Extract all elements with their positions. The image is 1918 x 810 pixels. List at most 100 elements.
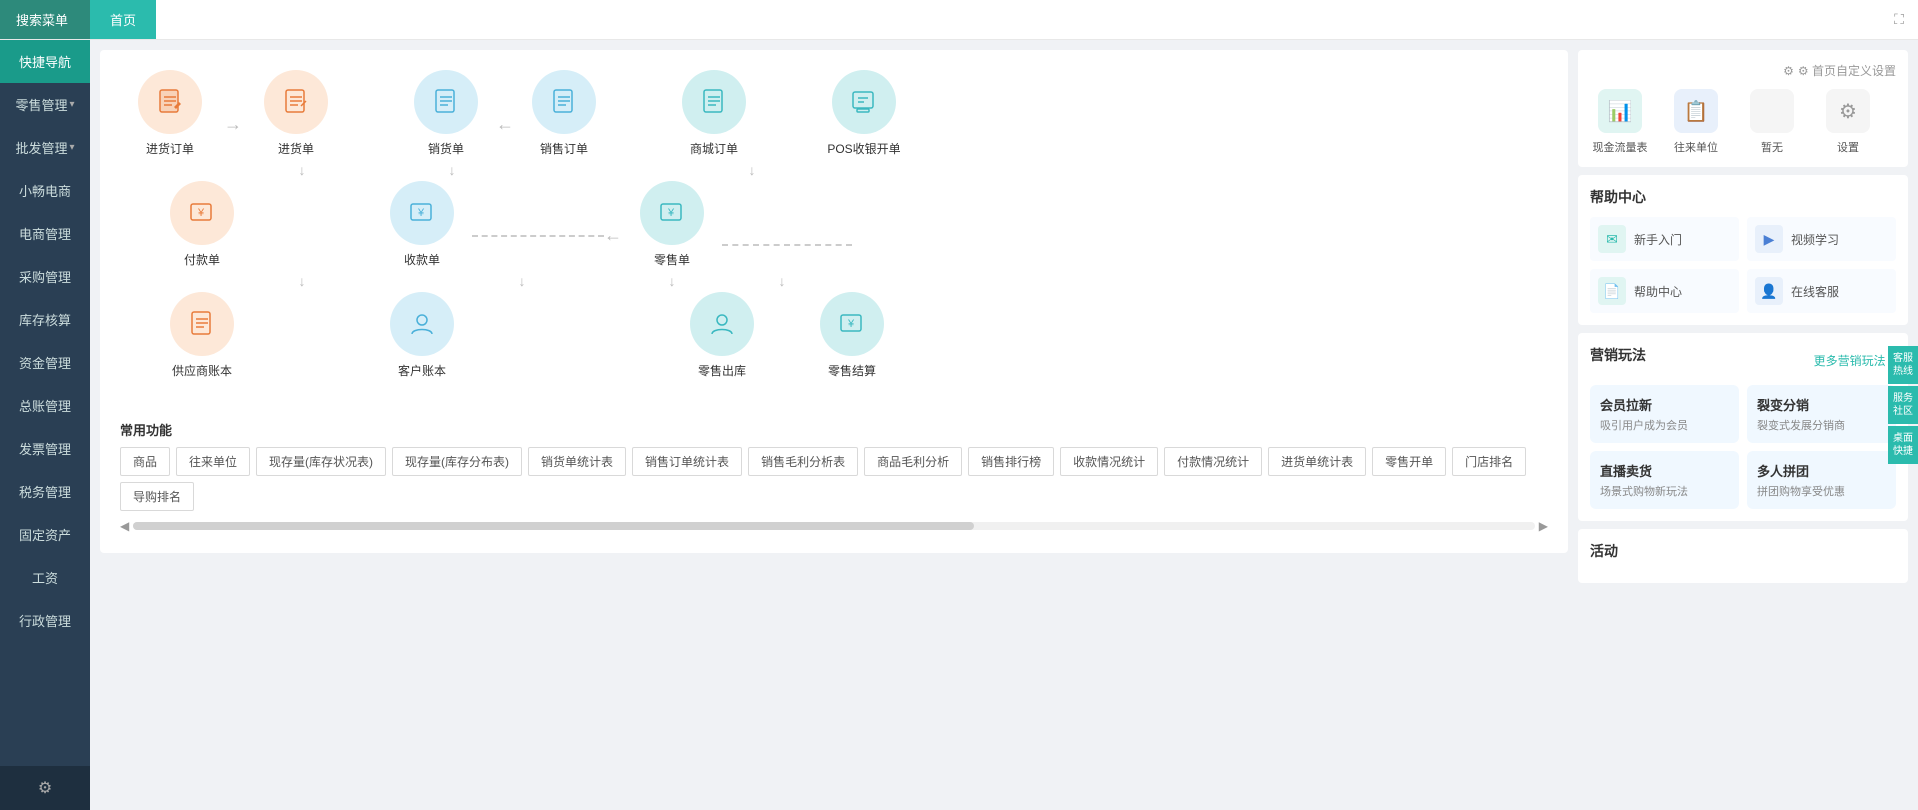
help-item-label: 在线客服 [1791,283,1839,300]
help-center-section: 帮助中心 ✉新手入门▶视频学习📄帮助中心👤在线客服 [1578,175,1908,325]
scroll-row: ◀ ▶ [120,519,1548,533]
quick-nav-item[interactable]: 暂无 [1742,89,1802,155]
flow-node-sale-order[interactable]: 销售订单 [514,70,614,157]
sidebar-item-payroll[interactable]: 工资 [0,556,90,599]
flow-node-sale[interactable]: 销货单 [396,70,496,157]
flow-node-customer-ledger[interactable]: 客户账本 [372,292,472,379]
common-func-button[interactable]: 导购排名 [120,482,194,511]
scroll-right-icon[interactable]: ▶ [1539,519,1548,533]
svg-text:¥: ¥ [197,207,205,219]
sidebar: 快捷导航 零售管理 ▾ 批发管理 ▾ 小畅电商 电商管理 采购管理 库存核算 资… [0,40,90,810]
sidebar-item-wholesale[interactable]: 批发管理 ▾ [0,126,90,169]
quick-nav-item[interactable]: 📋往来单位 [1666,89,1726,155]
sidebar-item-label: 税务管理 [19,482,71,501]
float-buttons: 客服热线 服务社区 桌面快捷 [1888,346,1918,464]
flow-node-retail-settle[interactable]: ¥ 零售结算 [802,292,902,379]
help-item[interactable]: 👤在线客服 [1747,269,1896,313]
more-marketing-link[interactable]: 更多营销玩法 > [1814,352,1896,369]
marketing-section: 营销玩法 更多营销玩法 > 会员拉新吸引用户成为会员裂变分销裂变式发展分销商直播… [1578,333,1908,521]
common-func-button[interactable]: 进货单统计表 [1268,447,1366,476]
sidebar-item-ecom[interactable]: 电商管理 [0,212,90,255]
sidebar-item-ledger[interactable]: 总账管理 [0,384,90,427]
svg-text:¥: ¥ [667,207,675,219]
marketing-item[interactable]: 裂变分销裂变式发展分销商 [1747,385,1896,443]
spacer2 [352,161,402,179]
sidebar-item-inventory[interactable]: 库存核算 [0,298,90,341]
flow-node-retail-order[interactable]: ¥ 零售单 [622,181,722,268]
sidebar-item-retail[interactable]: 零售管理 ▾ [0,83,90,126]
flow-node-pos[interactable]: POS收银开单 [814,70,914,157]
common-func-button[interactable]: 商品毛利分析 [864,447,962,476]
marketing-item-title: 裂变分销 [1757,395,1886,414]
marketing-item[interactable]: 多人拼团拼团购物享受优惠 [1747,451,1896,509]
main-layout: 快捷导航 零售管理 ▾ 批发管理 ▾ 小畅电商 电商管理 采购管理 库存核算 资… [0,40,1918,810]
marketing-item[interactable]: 会员拉新吸引用户成为会员 [1590,385,1739,443]
help-item[interactable]: ▶视频学习 [1747,217,1896,261]
mall-order-icon [682,70,746,134]
common-func-button[interactable]: 销货单统计表 [528,447,626,476]
sidebar-item-label: 工资 [32,568,58,587]
supplier-ledger-label: 供应商账本 [172,362,232,379]
flow-node-retail-out[interactable]: 零售出库 [672,292,772,379]
gear-icon[interactable]: ⚙ [38,778,52,798]
flow-node-supplier-ledger[interactable]: 供应商账本 [152,292,252,379]
marketing-item[interactable]: 直播卖货场景式购物新玩法 [1590,451,1739,509]
quick-nav-label: 往来单位 [1674,139,1718,155]
gap1 [346,135,396,157]
sidebar-item-finance[interactable]: 资金管理 [0,341,90,384]
flow-row-2: ¥ 付款单 ¥ 收款单 [120,181,1548,268]
sale-order-label: 销售订单 [540,140,588,157]
sale-order-icon [532,70,596,134]
scroll-track[interactable] [133,522,1535,530]
flow-node-purchase[interactable]: 进货单 [246,70,346,157]
common-func-button[interactable]: 现存量(库存分布表) [392,447,522,476]
common-func-button[interactable]: 零售开单 [1372,447,1446,476]
sidebar-item-label: 小畅电商 [19,181,71,200]
common-func-button[interactable]: 商品 [120,447,170,476]
marketing-header: 营销玩法 更多营销玩法 > [1590,345,1896,375]
sidebar-item-admin[interactable]: 行政管理 [0,599,90,642]
common-func-button[interactable]: 门店排名 [1452,447,1526,476]
float-btn-service[interactable]: 客服热线 [1888,346,1918,384]
scroll-left-icon[interactable]: ◀ [120,519,129,533]
float-btn-desktop[interactable]: 桌面快捷 [1888,426,1918,464]
home-tab[interactable]: 首页 [90,0,156,39]
expand-icon[interactable]: ⛶ [1890,11,1908,29]
flow-node-receipt[interactable]: ¥ 收款单 [372,181,472,268]
sidebar-item-assets[interactable]: 固定资产 [0,513,90,556]
flow-node-mall-order[interactable]: 商城订单 [664,70,764,157]
activity-title: 活动 [1590,541,1896,561]
quick-nav-icon: 📊 [1598,89,1642,133]
sidebar-item-tax[interactable]: 税务管理 [0,470,90,513]
flow-node-payment[interactable]: ¥ 付款单 [152,181,252,268]
quick-nav-section: ⚙ ⚙ 首页自定义设置 📊现金流量表 📋往来单位暂无 ⚙设置 [1578,50,1908,167]
spacer [120,161,252,179]
sidebar-item-xiaoepay[interactable]: 小畅电商 [0,169,90,212]
common-func-button[interactable]: 销售排行榜 [968,447,1054,476]
common-func-button[interactable]: 销售毛利分析表 [748,447,858,476]
common-func-button[interactable]: 收款情况统计 [1060,447,1158,476]
help-item[interactable]: ✉新手入门 [1590,217,1739,261]
search-menu[interactable]: 搜索菜单 [0,0,90,39]
common-func-button[interactable]: 往来单位 [176,447,250,476]
marketing-item-desc: 拼团购物享受优惠 [1757,483,1886,499]
common-func-button[interactable]: 付款情况统计 [1164,447,1262,476]
homepage-setting-label: ⚙ 首页自定义设置 [1798,62,1896,79]
sidebar-item-invoice[interactable]: 发票管理 [0,427,90,470]
sidebar-item-label: 快捷导航 [19,52,71,71]
sidebar-item-quicknav[interactable]: 快捷导航 [0,40,90,83]
sidebar-item-label: 采购管理 [19,267,71,286]
common-func-button[interactable]: 销售订单统计表 [632,447,742,476]
common-func-button[interactable]: 现存量(库存状况表) [256,447,386,476]
sidebar-item-purchase[interactable]: 采购管理 [0,255,90,298]
quick-nav-item[interactable]: ⚙设置 [1818,89,1878,155]
flow-node-purchase-order[interactable]: 进货订单 [120,70,220,157]
spacer8 [352,272,472,290]
float-btn-community[interactable]: 服务社区 [1888,386,1918,424]
payment-icon: ¥ [170,181,234,245]
help-item[interactable]: 📄帮助中心 [1590,269,1739,313]
quick-nav-item[interactable]: 📊现金流量表 [1590,89,1650,155]
retail-out-label: 零售出库 [698,362,746,379]
homepage-customize-setting[interactable]: ⚙ ⚙ 首页自定义设置 [1783,62,1896,79]
activity-section: 活动 [1578,529,1908,583]
